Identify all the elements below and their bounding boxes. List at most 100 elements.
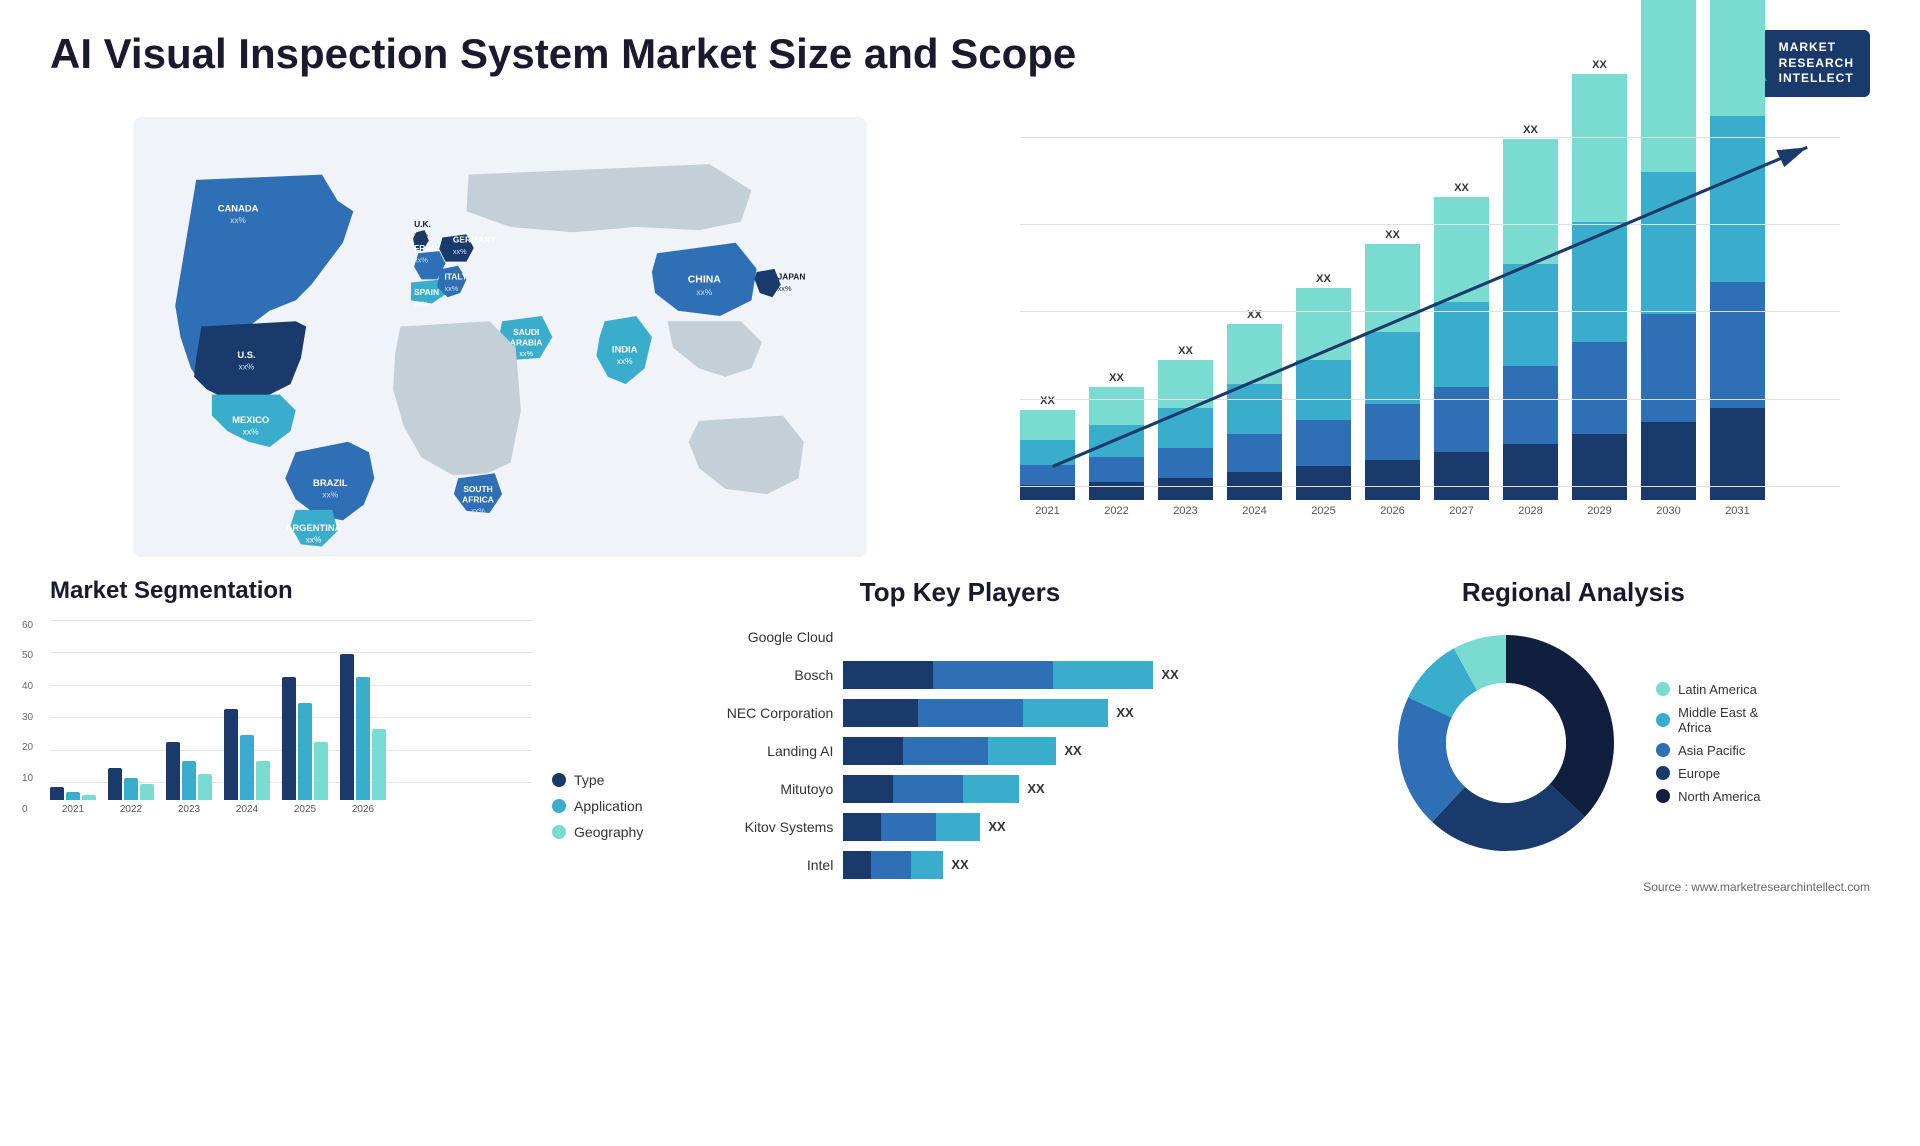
- svg-text:xx%: xx%: [617, 356, 633, 366]
- segmentation-section: Market Segmentation 60 50 40 30 20 10 0: [50, 577, 643, 896]
- seg-bar-geo-2021: [82, 795, 96, 800]
- page-title: AI Visual Inspection System Market Size …: [50, 30, 1076, 78]
- player-row-intel: Intel XX: [663, 851, 1256, 879]
- bar-label-2031: 2031: [1725, 505, 1749, 517]
- source-text: Source : www.marketresearchintellect.com: [1643, 880, 1870, 894]
- bar-2023: [1158, 360, 1213, 500]
- player-xx-intel: XX: [951, 857, 968, 872]
- player-row-mitutoyo: Mitutoyo XX: [663, 775, 1256, 803]
- player-bar-nec-bar: [843, 699, 1108, 727]
- bar-value-2025: XX: [1316, 273, 1331, 285]
- source-container: Source : www.marketresearchintellect.com: [1277, 878, 1870, 896]
- svg-text:SAUDI: SAUDI: [513, 327, 539, 337]
- player-bar-google-cloud: [843, 623, 1256, 651]
- bar-2031: [1710, 0, 1765, 500]
- legend-label-north-america: North America: [1678, 789, 1760, 804]
- page-container: AI Visual Inspection System Market Size …: [0, 0, 1920, 1146]
- svg-text:xx%: xx%: [444, 284, 458, 293]
- seg-y-axis: 60 50 40 30 20 10 0: [22, 620, 33, 815]
- player-xx-landing-ai: XX: [1064, 743, 1081, 758]
- svg-text:SPAIN: SPAIN: [414, 287, 439, 297]
- bar-value-2022: XX: [1109, 372, 1124, 384]
- legend-dot-latin-america: [1656, 682, 1670, 696]
- svg-text:ARABIA: ARABIA: [510, 337, 543, 347]
- seg-x-label-2023: 2023: [178, 804, 200, 815]
- player-xx-bosch: XX: [1161, 667, 1178, 682]
- seg-bar-app-2022: [124, 778, 138, 800]
- svg-text:xx%: xx%: [414, 255, 428, 264]
- player-name-intel: Intel: [663, 857, 833, 873]
- seg-bar-app-2025: [298, 703, 312, 800]
- bar-label-2024: 2024: [1242, 505, 1266, 517]
- bar-value-2021: XX: [1040, 395, 1055, 407]
- svg-text:xx%: xx%: [322, 489, 338, 499]
- player-name-google-cloud: Google Cloud: [663, 629, 833, 645]
- bar-value-2028: XX: [1523, 124, 1538, 136]
- player-bar-mitutoyo-bar: [843, 775, 1019, 803]
- player-bar-intel: XX: [843, 851, 1256, 879]
- player-name-landing-ai: Landing AI: [663, 743, 833, 759]
- seg-bar-app-2021: [66, 792, 80, 800]
- legend-item-type: Type: [552, 772, 643, 788]
- seg-bar-geo-2024: [256, 761, 270, 800]
- legend-item-middle-east-africa: Middle East &Africa: [1656, 705, 1760, 735]
- donut-chart-svg: [1386, 623, 1626, 863]
- legend-label-geography: Geography: [574, 824, 643, 840]
- svg-text:xx%: xx%: [239, 361, 255, 371]
- player-bar-landing-ai: XX: [843, 737, 1256, 765]
- svg-text:JAPAN: JAPAN: [778, 271, 806, 281]
- legend-dot-application: [552, 799, 566, 813]
- legend-item-latin-america: Latin America: [1656, 682, 1760, 697]
- seg-bar-app-2023: [182, 761, 196, 800]
- logo-text: MARKET RESEARCH INTELLECT: [1779, 40, 1854, 87]
- bar-label-2021: 2021: [1035, 505, 1059, 517]
- svg-text:xx%: xx%: [696, 287, 712, 297]
- svg-text:U.S.: U.S.: [237, 349, 255, 360]
- player-bar-bosch-bar: [843, 661, 1153, 689]
- seg-bar-geo-2025: [314, 742, 328, 800]
- bar-2022: [1089, 387, 1144, 500]
- legend-dot-north-america: [1656, 789, 1670, 803]
- seg-bar-type-2025: [282, 677, 296, 800]
- legend-dot-asia-pacific: [1656, 743, 1670, 757]
- bar-2029: [1572, 74, 1627, 500]
- seg-x-label-2022: 2022: [120, 804, 142, 815]
- growth-chart-section: XX 2021 XX: [970, 117, 1870, 557]
- bar-label-2029: 2029: [1587, 505, 1611, 517]
- bar-2021: [1020, 410, 1075, 500]
- player-name-nec: NEC Corporation: [663, 705, 833, 721]
- bar-value-2023: XX: [1178, 345, 1193, 357]
- seg-bar-geo-2026: [372, 729, 386, 800]
- seg-bar-type-2026: [340, 654, 354, 800]
- world-map-section: CANADA xx% U.S. xx% MEXICO xx% BRAZIL xx…: [50, 117, 950, 557]
- player-bar-kitov: XX: [843, 813, 1256, 841]
- seg-legend: Type Application Geography: [552, 772, 643, 840]
- seg-bars: 2021 2022: [50, 620, 532, 815]
- svg-text:xx%: xx%: [453, 247, 467, 256]
- svg-text:INDIA: INDIA: [612, 343, 638, 354]
- svg-text:U.K.: U.K.: [414, 219, 431, 229]
- legend-dot-geography: [552, 825, 566, 839]
- svg-text:GERMANY: GERMANY: [453, 234, 496, 244]
- legend-dot-type: [552, 773, 566, 787]
- seg-bar-app-2026: [356, 677, 370, 800]
- seg-x-label-2025: 2025: [294, 804, 316, 815]
- player-name-mitutoyo: Mitutoyo: [663, 781, 833, 797]
- bar-label-2027: 2027: [1449, 505, 1473, 517]
- bar-2028: [1503, 139, 1558, 500]
- bar-value-2027: XX: [1454, 182, 1469, 194]
- regional-analysis-section: Regional Analysis: [1277, 577, 1870, 896]
- donut-legend: Latin America Middle East &Africa Asia P…: [1656, 682, 1760, 804]
- svg-text:xx%: xx%: [230, 215, 246, 225]
- svg-text:xx%: xx%: [519, 349, 533, 358]
- seg-x-label-2026: 2026: [352, 804, 374, 815]
- segmentation-title: Market Segmentation: [50, 577, 643, 605]
- legend-dot-europe: [1656, 766, 1670, 780]
- player-row-landing-ai: Landing AI XX: [663, 737, 1256, 765]
- legend-item-north-america: North America: [1656, 789, 1760, 804]
- player-xx-mitutoyo: XX: [1027, 781, 1044, 796]
- bar-value-2024: XX: [1247, 309, 1262, 321]
- donut-container: Latin America Middle East &Africa Asia P…: [1277, 623, 1870, 863]
- bar-label-2022: 2022: [1104, 505, 1128, 517]
- player-row-bosch: Bosch XX: [663, 661, 1256, 689]
